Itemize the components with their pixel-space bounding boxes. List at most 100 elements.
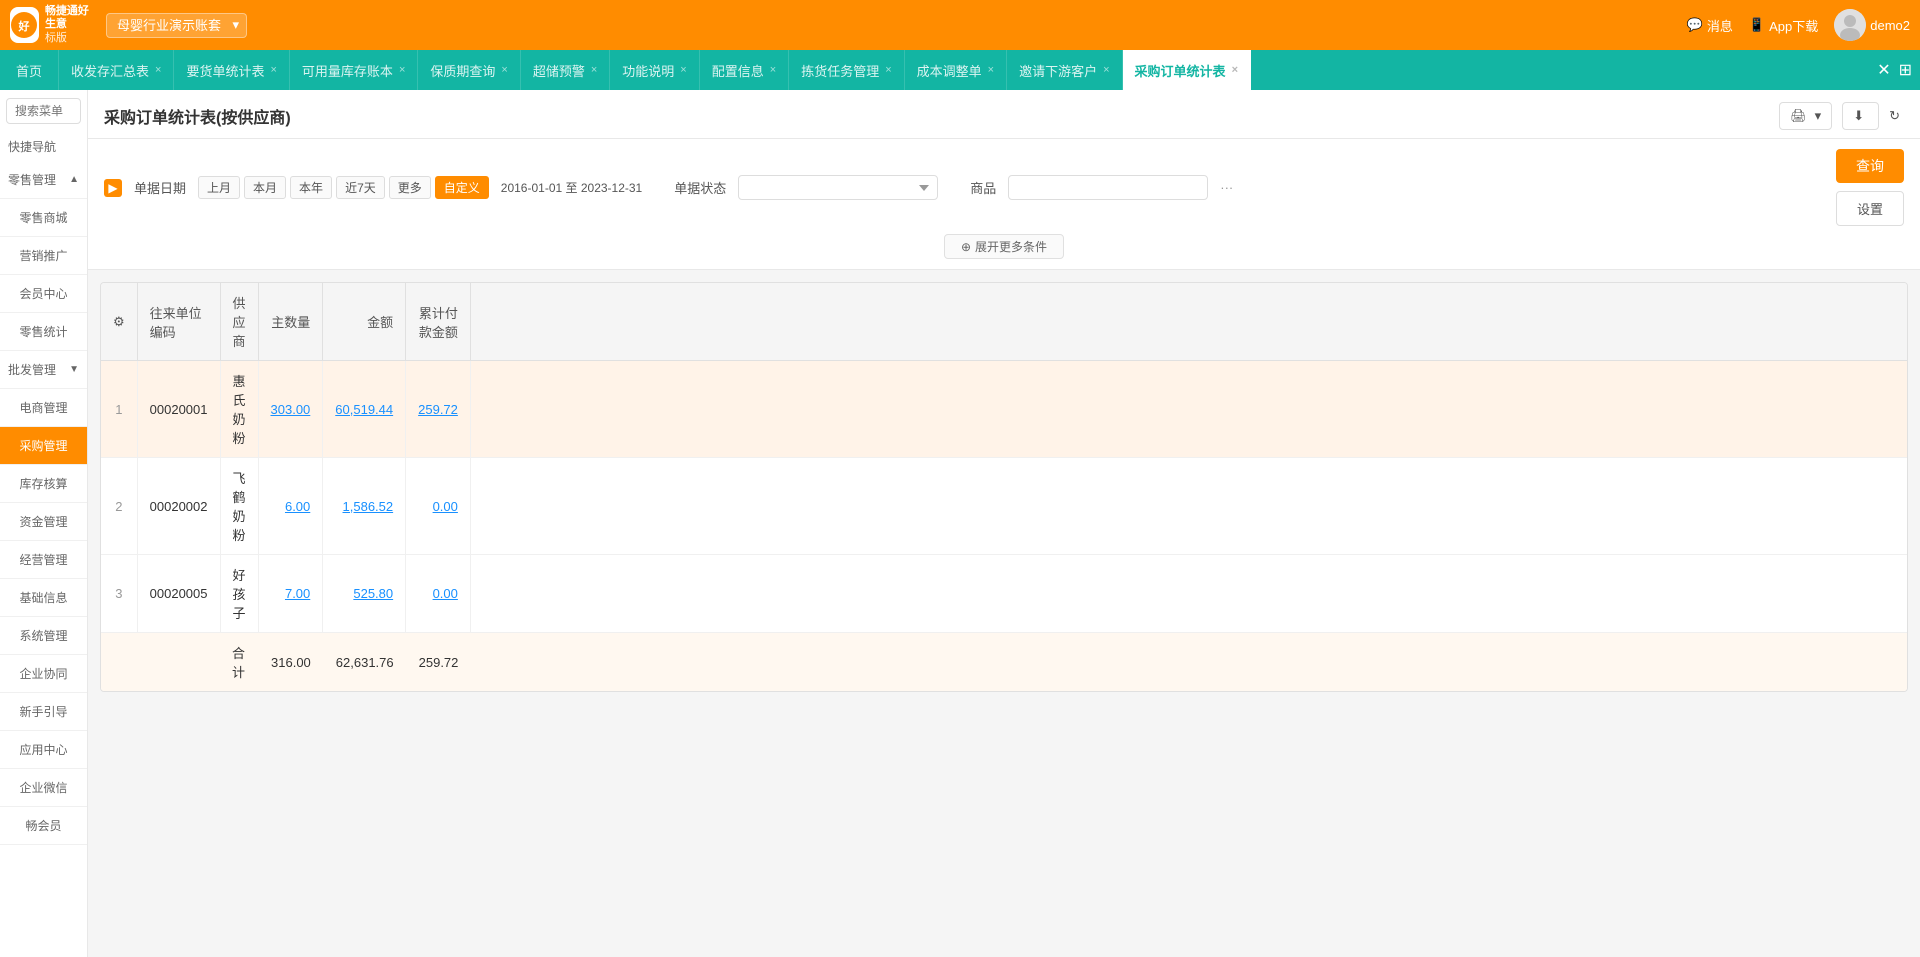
sidebar-item-retail-stat[interactable]: 零售统计 — [0, 313, 87, 351]
sidebar-item-app-center[interactable]: 应用中心 — [0, 731, 87, 769]
sidebar-item-ecommerce[interactable]: 电商管理 — [0, 389, 87, 427]
search-input[interactable] — [6, 98, 81, 124]
filter-row: ▶ 单据日期 上月 本月 本年 近7天 更多 自定义 2016-01-01 至 … — [104, 149, 1904, 226]
date-chip-more[interactable]: 更多 — [389, 176, 431, 199]
tab-expiry-query-close[interactable]: × — [501, 64, 507, 76]
app-download-action[interactable]: 📱 App下载 — [1749, 16, 1818, 35]
tab-cost-adjust[interactable]: 成本调整单 × — [905, 50, 1007, 90]
workspace-selector[interactable]: 母婴行业演示账套 — [106, 13, 247, 38]
row-paid-2[interactable]: 0.00 — [406, 458, 471, 555]
sidebar-item-wholesale[interactable]: 批发管理 ▼ — [0, 351, 87, 389]
sidebar-item-new-guide[interactable]: 新手引导 — [0, 693, 87, 731]
date-chip-this-month[interactable]: 本月 — [244, 176, 286, 199]
footer-label — [137, 633, 220, 692]
row-extra-3 — [470, 555, 1907, 633]
row-amount-3[interactable]: 525.80 — [323, 555, 406, 633]
sidebar-item-marketing[interactable]: 营销推广 — [0, 237, 87, 275]
row-code-1: 00020001 — [137, 361, 220, 458]
expand-more-btn[interactable]: ⊕ 展开更多条件 — [944, 234, 1064, 259]
tab-overstock-warning-label: 超储预警 — [533, 61, 585, 80]
user-area[interactable]: demo2 — [1834, 9, 1910, 41]
date-chip-this-year[interactable]: 本年 — [290, 176, 332, 199]
sidebar-item-basic-info-label: 基础信息 — [19, 591, 67, 605]
sidebar-quick-nav[interactable]: 快捷导航 — [0, 132, 87, 161]
print-button[interactable]: 🖨 ▾ — [1779, 102, 1832, 130]
tab-receive-summary-close[interactable]: × — [155, 64, 161, 76]
tab-function-desc-close[interactable]: × — [680, 64, 686, 76]
tab-home[interactable]: 首页 — [0, 50, 59, 90]
sidebar-item-system[interactable]: 系统管理 — [0, 617, 87, 655]
table-row: 3 00020005 好孩子 7.00 525.80 0.00 — [101, 555, 1907, 633]
workspace-selector-wrapper[interactable]: 母婴行业演示账套 — [106, 13, 247, 38]
tab-pick-task-close[interactable]: × — [885, 64, 891, 76]
status-filter-label: 单据状态 — [674, 178, 726, 197]
sidebar-item-purchase-management[interactable]: 采购管理 — [0, 427, 87, 465]
goods-input[interactable] — [1008, 175, 1208, 200]
export-button[interactable]: ⬇ — [1842, 102, 1879, 130]
tab-expiry-query[interactable]: 保质期查询 × — [418, 50, 520, 90]
main-layout: 快捷导航 零售管理 ▲ 零售商城 营销推广 会员中心 零售统计 批发管理 ▼ 电… — [0, 90, 1920, 957]
tab-purchase-stat-close[interactable]: × — [1232, 64, 1238, 76]
tab-purchase-stat[interactable]: 采购订单统计表 × — [1123, 50, 1251, 90]
sidebar-search-area — [0, 90, 87, 132]
tab-available-stock[interactable]: 可用量库存账本 × — [290, 50, 418, 90]
tab-function-desc[interactable]: 功能说明 × — [610, 50, 699, 90]
data-table: ⚙ 往来单位编码 供应商 主数量 金额 累计付款金额 1 00020001 — [101, 283, 1907, 691]
tab-available-stock-close[interactable]: × — [399, 64, 405, 76]
settings-icon[interactable]: ⚙ — [113, 314, 125, 329]
date-chip-last-month[interactable]: 上月 — [198, 176, 240, 199]
status-select[interactable] — [738, 175, 938, 200]
sidebar-item-enterprise-coop[interactable]: 企业协同 — [0, 655, 87, 693]
chevron-down-icon: ▼ — [69, 364, 79, 375]
tab-pick-task[interactable]: 拣货任务管理 × — [789, 50, 904, 90]
table-footer-row: 合计 316.00 62,631.76 259.72 — [101, 633, 1907, 692]
filter-expand-btn[interactable]: ▶ — [104, 179, 122, 197]
footer-amount: 62,631.76 — [323, 633, 406, 692]
row-quantity-3[interactable]: 7.00 — [258, 555, 323, 633]
settings-button[interactable]: 设置 — [1836, 191, 1904, 226]
sidebar-item-member-center[interactable]: 会员中心 — [0, 275, 87, 313]
sidebar-item-membership[interactable]: 畅会员 — [0, 807, 87, 845]
export-icon: ⬇ — [1853, 108, 1864, 124]
row-amount-2[interactable]: 1,586.52 — [323, 458, 406, 555]
chevron-up-icon: ▲ — [69, 174, 79, 185]
sidebar-item-stock-check[interactable]: 库存核算 — [0, 465, 87, 503]
date-chip-custom[interactable]: 自定义 — [435, 176, 489, 199]
refresh-button[interactable]: ↻ — [1889, 108, 1904, 124]
tab-config-info-close[interactable]: × — [770, 64, 776, 76]
goods-input-more-icon[interactable]: ··· — [1220, 180, 1233, 195]
tabs-expand-icon[interactable]: ⊞ — [1899, 60, 1912, 80]
page-header: 采购订单统计表(按供应商) 🖨 ▾ ⬇ ↻ — [88, 90, 1920, 139]
sidebar-item-retail-store[interactable]: 零售商城 — [0, 199, 87, 237]
col-settings[interactable]: ⚙ — [101, 283, 137, 361]
row-quantity-1[interactable]: 303.00 — [258, 361, 323, 458]
sidebar-item-enterprise-wechat[interactable]: 企业微信 — [0, 769, 87, 807]
tabs-close-all-icon[interactable]: ✕ — [1877, 60, 1890, 80]
col-supplier: 供应商 — [220, 283, 258, 361]
tab-goods-stat[interactable]: 要货单统计表 × — [174, 50, 289, 90]
row-paid-3[interactable]: 0.00 — [406, 555, 471, 633]
tab-overstock-warning[interactable]: 超储预警 × — [521, 50, 610, 90]
query-btns: 查询 设置 — [1836, 149, 1904, 226]
tab-overstock-warning-close[interactable]: × — [591, 64, 597, 76]
query-button[interactable]: 查询 — [1836, 149, 1904, 183]
nav-tabs: 首页 收发存汇总表 × 要货单统计表 × 可用量库存账本 × 保质期查询 × 超… — [0, 50, 1920, 90]
tab-invite-downstream-close[interactable]: × — [1103, 64, 1109, 76]
sidebar-item-ops[interactable]: 经营管理 — [0, 541, 87, 579]
sidebar-item-retail-management[interactable]: 零售管理 ▲ — [0, 161, 87, 199]
printer-icon: 🖨 — [1790, 108, 1807, 124]
tab-invite-downstream[interactable]: 邀请下游客户 × — [1007, 50, 1122, 90]
footer-quantity: 316.00 — [258, 633, 323, 692]
row-quantity-2[interactable]: 6.00 — [258, 458, 323, 555]
row-amount-1[interactable]: 60,519.44 — [323, 361, 406, 458]
tab-goods-stat-close[interactable]: × — [270, 64, 276, 76]
sidebar-item-basic-info[interactable]: 基础信息 — [0, 579, 87, 617]
message-action[interactable]: 💬 消息 — [1687, 16, 1733, 35]
tab-receive-summary[interactable]: 收发存汇总表 × — [59, 50, 174, 90]
tab-cost-adjust-close[interactable]: × — [988, 64, 994, 76]
date-chip-7days[interactable]: 近7天 — [336, 176, 385, 199]
tab-config-info[interactable]: 配置信息 × — [700, 50, 789, 90]
sidebar-item-finance[interactable]: 资金管理 — [0, 503, 87, 541]
tab-expiry-query-label: 保质期查询 — [430, 61, 495, 80]
row-paid-1[interactable]: 259.72 — [406, 361, 471, 458]
